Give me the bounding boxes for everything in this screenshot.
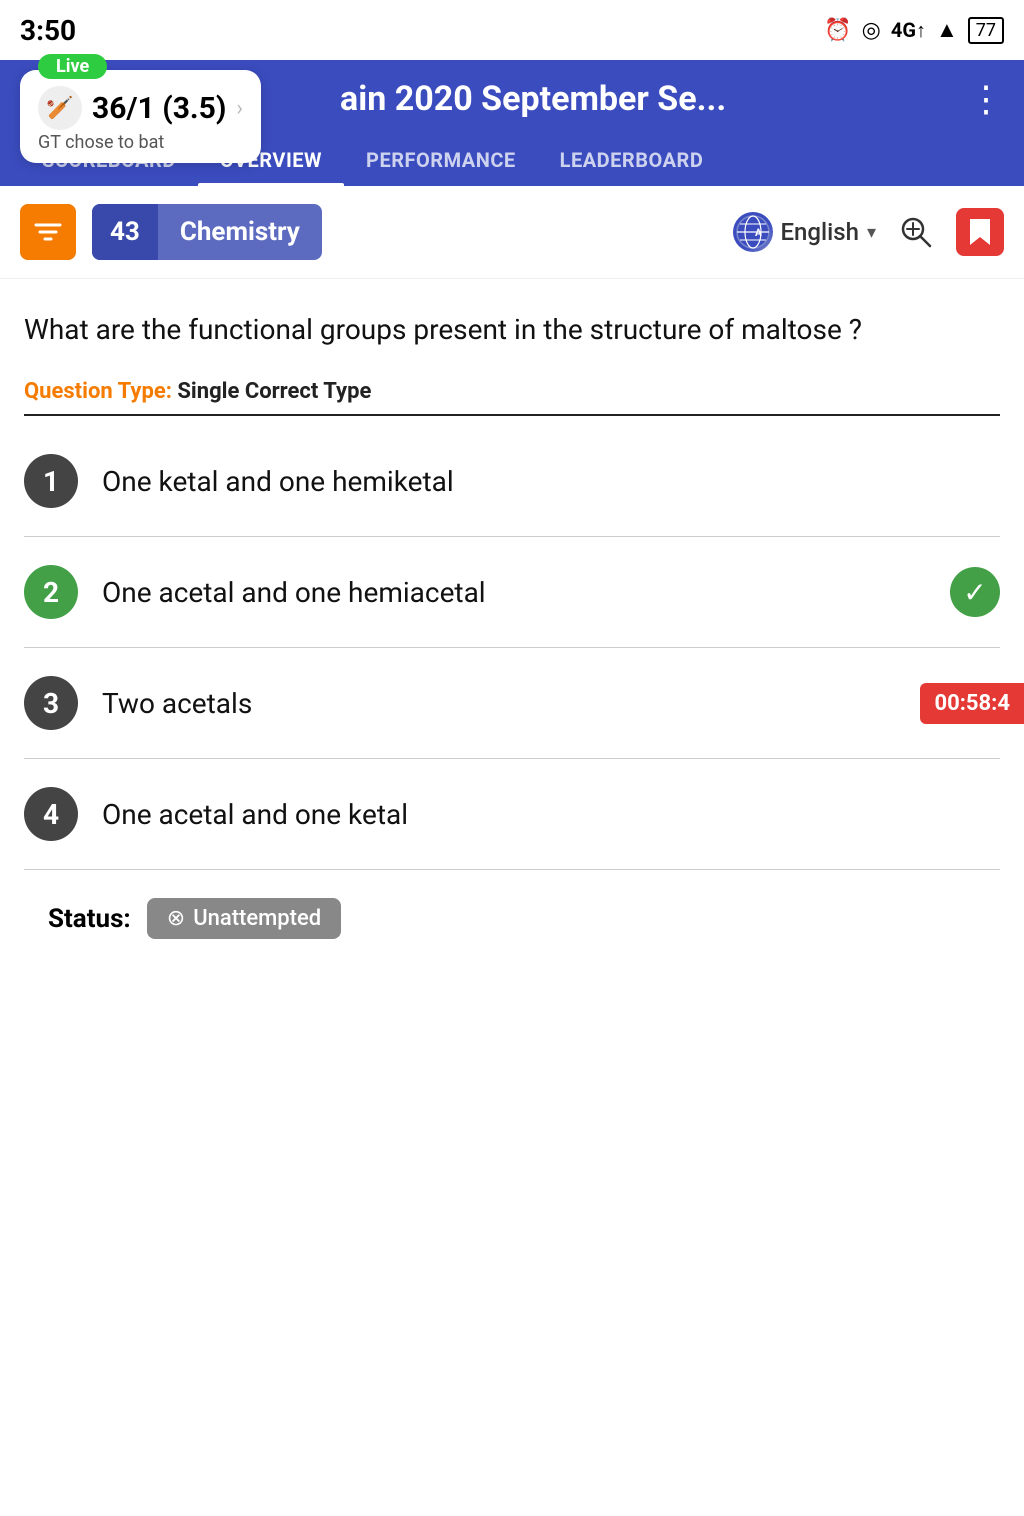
tab-leaderboard[interactable]: LEADERBOARD (538, 134, 726, 186)
menu-icon[interactable]: ⋮ (968, 78, 1004, 120)
subject-chip[interactable]: 43 Chemistry (92, 204, 322, 260)
zoom-icon (898, 214, 934, 250)
correct-answer-icon: ✓ (950, 567, 1000, 617)
language-text: English (781, 218, 859, 246)
bookmark-icon (965, 217, 995, 247)
timer-badge: 00:58:4 (920, 683, 1024, 724)
option-item-3[interactable]: 3 Two acetals 00:58:4 (24, 648, 1000, 759)
live-badge: Live (38, 54, 107, 79)
option-num-3: 3 (24, 676, 78, 730)
svg-text:A: A (755, 228, 762, 239)
question-type-row: Question Type: Single Correct Type (24, 379, 1000, 404)
tab-performance[interactable]: PERFORMANCE (344, 134, 538, 186)
alarm-icon: ⏰ (824, 18, 851, 43)
filter-bar: 43 Chemistry A English ▾ (0, 186, 1024, 279)
question-type-label: Question Type: (24, 379, 172, 404)
cricket-score-row: 🏏 36/1 (3.5) › (38, 86, 243, 130)
option-text-1: One ketal and one hemiketal (102, 465, 1000, 498)
status-badge-text: Unattempted (193, 906, 321, 931)
subject-count: 43 (92, 204, 158, 260)
status-label: Status: (48, 904, 131, 934)
option-text-4: One acetal and one ketal (102, 798, 1000, 831)
question-text: What are the functional groups present i… (24, 309, 1000, 351)
option-num-2: 2 (24, 565, 78, 619)
battery-icon: 77 (968, 17, 1004, 44)
app-title: ain 2020 September Se... (340, 79, 952, 119)
filter-icon (32, 216, 64, 248)
cricket-subtext: GT chose to bat (38, 132, 243, 153)
language-selector[interactable]: A English ▾ (733, 212, 877, 252)
status-bar: 3:50 ⏰ ◎ 4G↑ ▲ 77 (0, 0, 1024, 60)
filter-button[interactable] (20, 204, 76, 260)
status-time: 3:50 (20, 14, 76, 47)
question-status-row: Status: ⊗ Unattempted (24, 870, 1000, 967)
option-item-2[interactable]: 2 One acetal and one hemiacetal ✓ (24, 537, 1000, 648)
cricket-overlay: Live 🏏 36/1 (3.5) › GT chose to bat (20, 70, 261, 163)
status-icons: ⏰ ◎ 4G↑ ▲ 77 (824, 17, 1004, 44)
language-dropdown-icon: ▾ (867, 222, 876, 243)
cricket-arrow: › (236, 96, 243, 121)
option-num-4: 4 (24, 787, 78, 841)
question-area: What are the functional groups present i… (0, 279, 1024, 987)
divider-top (24, 414, 1000, 416)
cricket-score: 36/1 (3.5) (92, 91, 226, 126)
language-globe-icon: A (733, 212, 773, 252)
option-text-2: One acetal and one hemiacetal (102, 576, 926, 609)
option-item-4[interactable]: 4 One acetal and one ketal (24, 759, 1000, 870)
zoom-button[interactable] (892, 208, 940, 256)
signal-icon: ▲ (936, 17, 958, 43)
bookmark-button[interactable] (956, 208, 1004, 256)
status-badge: ⊗ Unattempted (147, 898, 341, 939)
option-num-1: 1 (24, 454, 78, 508)
question-type-value: Single Correct Type (177, 379, 371, 404)
option-item-1[interactable]: 1 One ketal and one hemiketal (24, 426, 1000, 537)
globe-svg: A (735, 214, 771, 250)
options-list: 1 One ketal and one hemiketal 2 One acet… (24, 426, 1000, 870)
target-icon: ◎ (862, 18, 881, 43)
option-text-3: Two acetals (102, 687, 1000, 720)
subject-label: Chemistry (158, 217, 322, 247)
cricket-team-icon: 🏏 (38, 86, 82, 130)
status-badge-icon: ⊗ (167, 906, 185, 931)
network-icon: 4G↑ (891, 18, 926, 43)
